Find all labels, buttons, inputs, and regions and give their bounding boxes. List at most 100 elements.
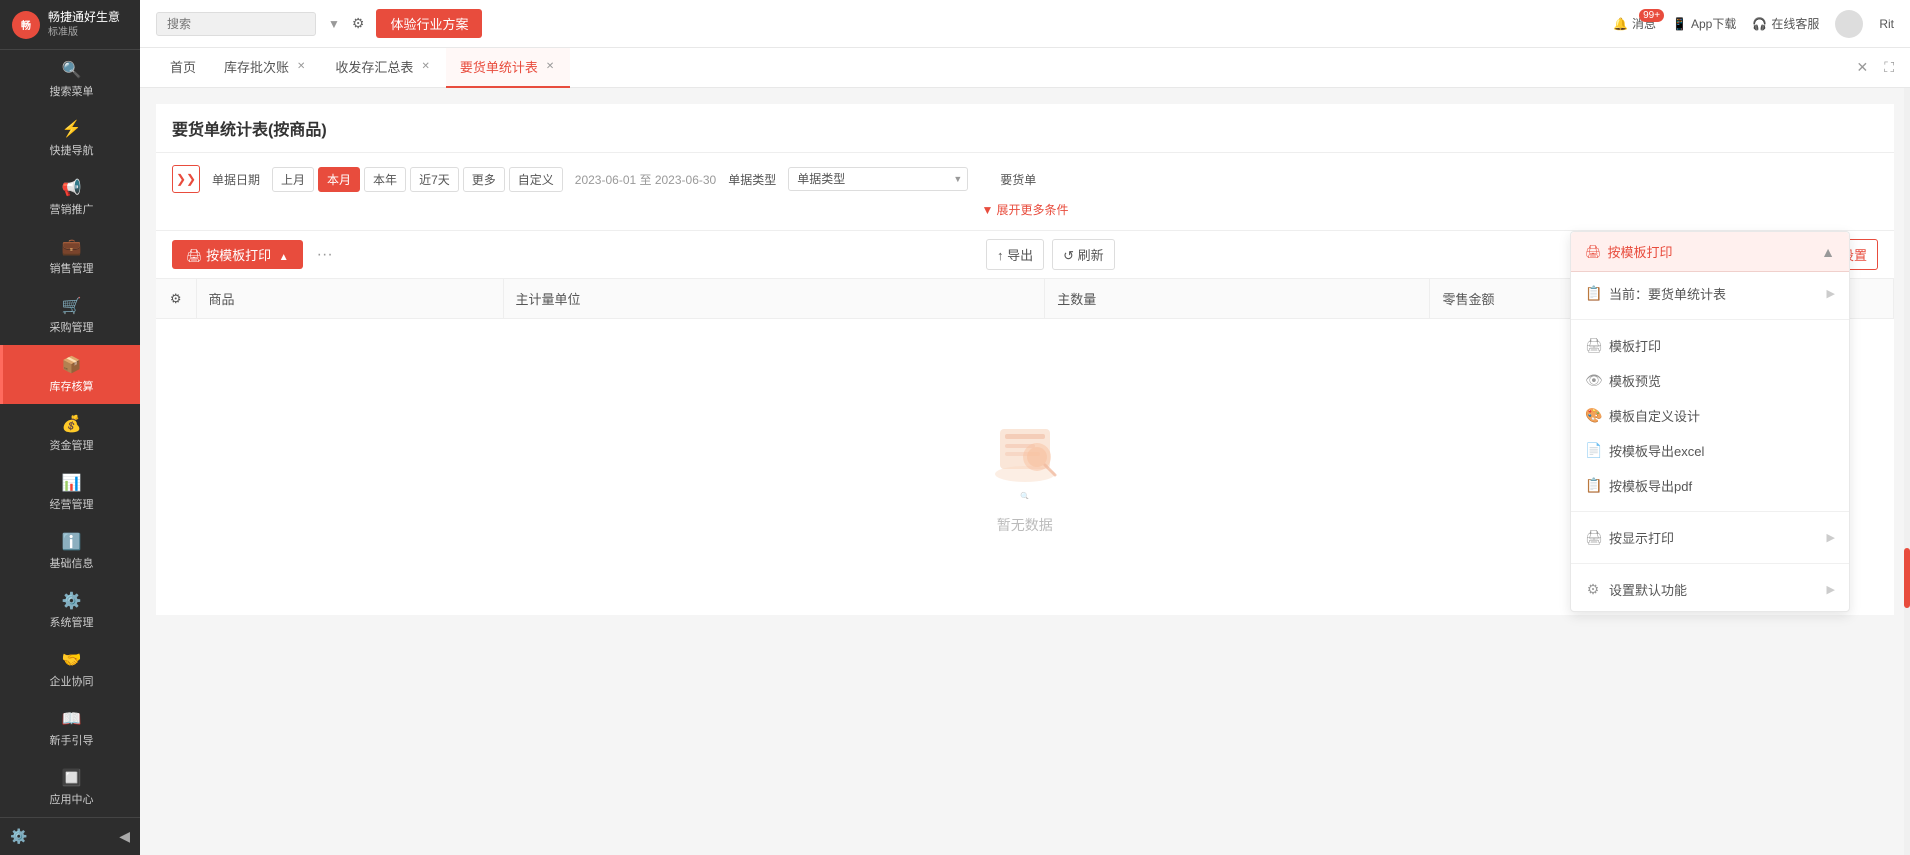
- refresh-button[interactable]: ↺ 刷新: [1052, 239, 1115, 270]
- dropdown-title-area: 🖨 按模板打印: [1585, 242, 1673, 261]
- page-header: 要货单统计表(按商品): [156, 104, 1894, 153]
- logo-name: 畅捷通好生意: [48, 10, 120, 26]
- tab-order-stat-label: 要货单统计表: [460, 57, 538, 76]
- date-last7days-btn[interactable]: 近7天: [410, 167, 459, 192]
- date-button-group: 上月 本月 本年 近7天 更多 自定义: [272, 167, 563, 192]
- dropdown-header: 🖨 按模板打印 ▲: [1571, 232, 1849, 272]
- basic-nav-icon: ℹ️: [62, 532, 82, 552]
- dropdown-item-template-design[interactable]: 🎨 模板自定义设计: [1571, 398, 1849, 433]
- display-print-icon: 🖨: [1585, 529, 1601, 546]
- tab-order-stat-close[interactable]: ✕: [544, 59, 556, 74]
- dropdown-item-template-excel[interactable]: 📄 按模板导出excel: [1571, 433, 1849, 468]
- online-service-button[interactable]: 🎧 在线客服: [1752, 15, 1819, 32]
- date-prev-month-btn[interactable]: 上月: [272, 167, 314, 192]
- date-range-text: 2023-06-01 至 2023-06-30: [575, 171, 716, 188]
- tab-collection-label: 收发存汇总表: [335, 57, 413, 76]
- sidebar-item-apps[interactable]: 🔲 应用中心: [0, 758, 140, 817]
- dropdown-section-display: 🖨 按显示打印 ▶: [1571, 516, 1849, 559]
- app-download-label: App下载: [1691, 15, 1736, 32]
- print-dropdown-menu: 🖨 按模板打印 ▲ 📋 当前：要货单统计表 ▶ 🖨 模板打印: [1570, 231, 1850, 612]
- dropdown-item-template-pdf[interactable]: 📋 按模板导出pdf: [1571, 468, 1849, 503]
- export-icon: ↑: [997, 248, 1007, 263]
- table-col-goods: 商品: [196, 279, 503, 319]
- dropdown-section-template: 🖨 模板打印 👁 模板预览 🎨 模板自定义设计 📄 按模板导出excel 📋: [1571, 324, 1849, 507]
- tab-maximize-button[interactable]: ⛶: [1880, 55, 1898, 80]
- date-custom-btn[interactable]: 自定义: [509, 167, 563, 192]
- refresh-btn-label: 刷新: [1078, 248, 1104, 263]
- tabbar: 首页 库存批次账 ✕ 收发存汇总表 ✕ 要货单统计表 ✕ ✕ ⛶: [140, 48, 1910, 88]
- svg-text:🔍: 🔍: [1020, 491, 1030, 499]
- dropdown-collapse-icon[interactable]: ▲: [1821, 244, 1835, 260]
- dropdown-divider-1: [1571, 319, 1849, 320]
- marketing-nav-icon: 📢: [62, 178, 82, 198]
- topbar-dropdown-icon[interactable]: ▼: [328, 17, 340, 31]
- more-options-icon[interactable]: ···: [311, 246, 339, 264]
- notification-button[interactable]: 🔔 消息 99+: [1613, 15, 1656, 32]
- notification-badge: 99+: [1639, 9, 1664, 22]
- goods-filter-label: 要货单: [1000, 171, 1036, 188]
- table-col-settings[interactable]: ⚙: [156, 279, 196, 319]
- operation-nav-label: 经营管理: [50, 496, 94, 512]
- dropdown-title: 按模板打印: [1608, 242, 1673, 261]
- order-type-select[interactable]: 单据类型: [788, 167, 968, 191]
- trial-button[interactable]: 体验行业方案: [376, 9, 482, 38]
- topbar: ▼ ⚙ 体验行业方案 🔔 消息 99+ 📱 App下载 🎧 在线客服 Rit: [140, 0, 1910, 48]
- date-curr-month-btn[interactable]: 本月: [318, 167, 360, 192]
- tab-batch[interactable]: 库存批次账 ✕: [210, 48, 321, 88]
- settings-bottom-icon[interactable]: ⚙️: [10, 828, 27, 845]
- dropdown-item-current[interactable]: 📋 当前：要货单统计表 ▶: [1571, 276, 1849, 311]
- export-button[interactable]: ↑ 导出: [986, 239, 1044, 270]
- dropdown-item-default-func[interactable]: ⚙ 设置默认功能 ▶: [1571, 572, 1849, 607]
- sidebar-item-purchase[interactable]: 🛒 采购管理: [0, 286, 140, 345]
- purchase-nav-icon: 🛒: [62, 296, 82, 316]
- search-nav-icon: 🔍: [62, 60, 82, 80]
- date-more-btn[interactable]: 更多: [463, 167, 505, 192]
- tab-collection[interactable]: 收发存汇总表 ✕: [321, 48, 445, 88]
- apps-nav-label: 应用中心: [50, 791, 94, 807]
- order-type-select-wrap: 单据类型: [788, 167, 968, 191]
- tab-close-all-button[interactable]: ✕: [1852, 55, 1872, 80]
- print-template-button[interactable]: 🖨 按模板打印 ▲: [172, 240, 303, 269]
- template-print-label: 模板打印: [1609, 336, 1835, 355]
- filter-expand-icon[interactable]: ❯❯: [172, 165, 200, 193]
- expand-more-btn[interactable]: ▼ 展开更多条件: [982, 201, 1069, 218]
- right-scrollbar-thumb[interactable]: [1904, 548, 1910, 608]
- sidebar-nav: 🔍 搜索菜单 ⚡ 快捷导航 📢 营销推广 💼 销售管理 🛒 采购管理 📦 库存核…: [0, 50, 140, 817]
- template-preview-icon: 👁: [1585, 372, 1601, 389]
- app-download-button[interactable]: 📱 App下载: [1672, 15, 1736, 32]
- guide-nav-label: 新手引导: [50, 732, 94, 748]
- topbar-right: 🔔 消息 99+ 📱 App下载 🎧 在线客服 Rit: [1613, 10, 1894, 38]
- display-print-arrow-icon: ▶: [1827, 531, 1835, 544]
- sidebar-item-operation[interactable]: 📊 经营管理: [0, 463, 140, 522]
- sidebar-item-quick[interactable]: ⚡ 快捷导航: [0, 109, 140, 168]
- dropdown-item-display-print[interactable]: 🖨 按显示打印 ▶: [1571, 520, 1849, 555]
- empty-text: 暂无数据: [997, 515, 1053, 535]
- user-avatar[interactable]: [1835, 10, 1863, 38]
- sidebar-logo: 畅 畅捷通好生意 标准版: [0, 0, 140, 50]
- date-curr-year-btn[interactable]: 本年: [364, 167, 406, 192]
- headset-icon: 🎧: [1752, 17, 1767, 31]
- sidebar-item-inventory[interactable]: 📦 库存核算: [0, 345, 140, 404]
- dropdown-item-template-preview[interactable]: 👁 模板预览: [1571, 363, 1849, 398]
- sidebar-item-search[interactable]: 🔍 搜索菜单: [0, 50, 140, 109]
- dropdown-item-template-print[interactable]: 🖨 模板打印: [1571, 328, 1849, 363]
- empty-state-icon: 🔍: [975, 399, 1075, 499]
- tab-order-stat[interactable]: 要货单统计表 ✕: [446, 48, 570, 88]
- template-excel-icon: 📄: [1585, 442, 1601, 459]
- sidebar-item-finance[interactable]: 💰 资金管理: [0, 404, 140, 463]
- default-func-label: 设置默认功能: [1609, 580, 1819, 599]
- column-settings-icon[interactable]: ⚙: [170, 291, 182, 306]
- topbar-gear-icon[interactable]: ⚙: [352, 15, 365, 32]
- tab-batch-close[interactable]: ✕: [295, 59, 307, 74]
- topbar-search-input[interactable]: [156, 12, 316, 36]
- online-service-label: 在线客服: [1771, 15, 1819, 32]
- sidebar-item-sales[interactable]: 💼 销售管理: [0, 227, 140, 286]
- sidebar-item-collab[interactable]: 🤝 企业协同: [0, 640, 140, 699]
- sidebar-item-basic[interactable]: ℹ️ 基础信息: [0, 522, 140, 581]
- tab-collection-close[interactable]: ✕: [419, 59, 431, 74]
- tab-home[interactable]: 首页: [156, 48, 210, 88]
- sidebar-item-system[interactable]: ⚙️ 系统管理: [0, 581, 140, 640]
- collapse-sidebar-icon[interactable]: ◀: [119, 828, 130, 845]
- sidebar-item-guide[interactable]: 📖 新手引导: [0, 699, 140, 758]
- sidebar-item-marketing[interactable]: 📢 营销推广: [0, 168, 140, 227]
